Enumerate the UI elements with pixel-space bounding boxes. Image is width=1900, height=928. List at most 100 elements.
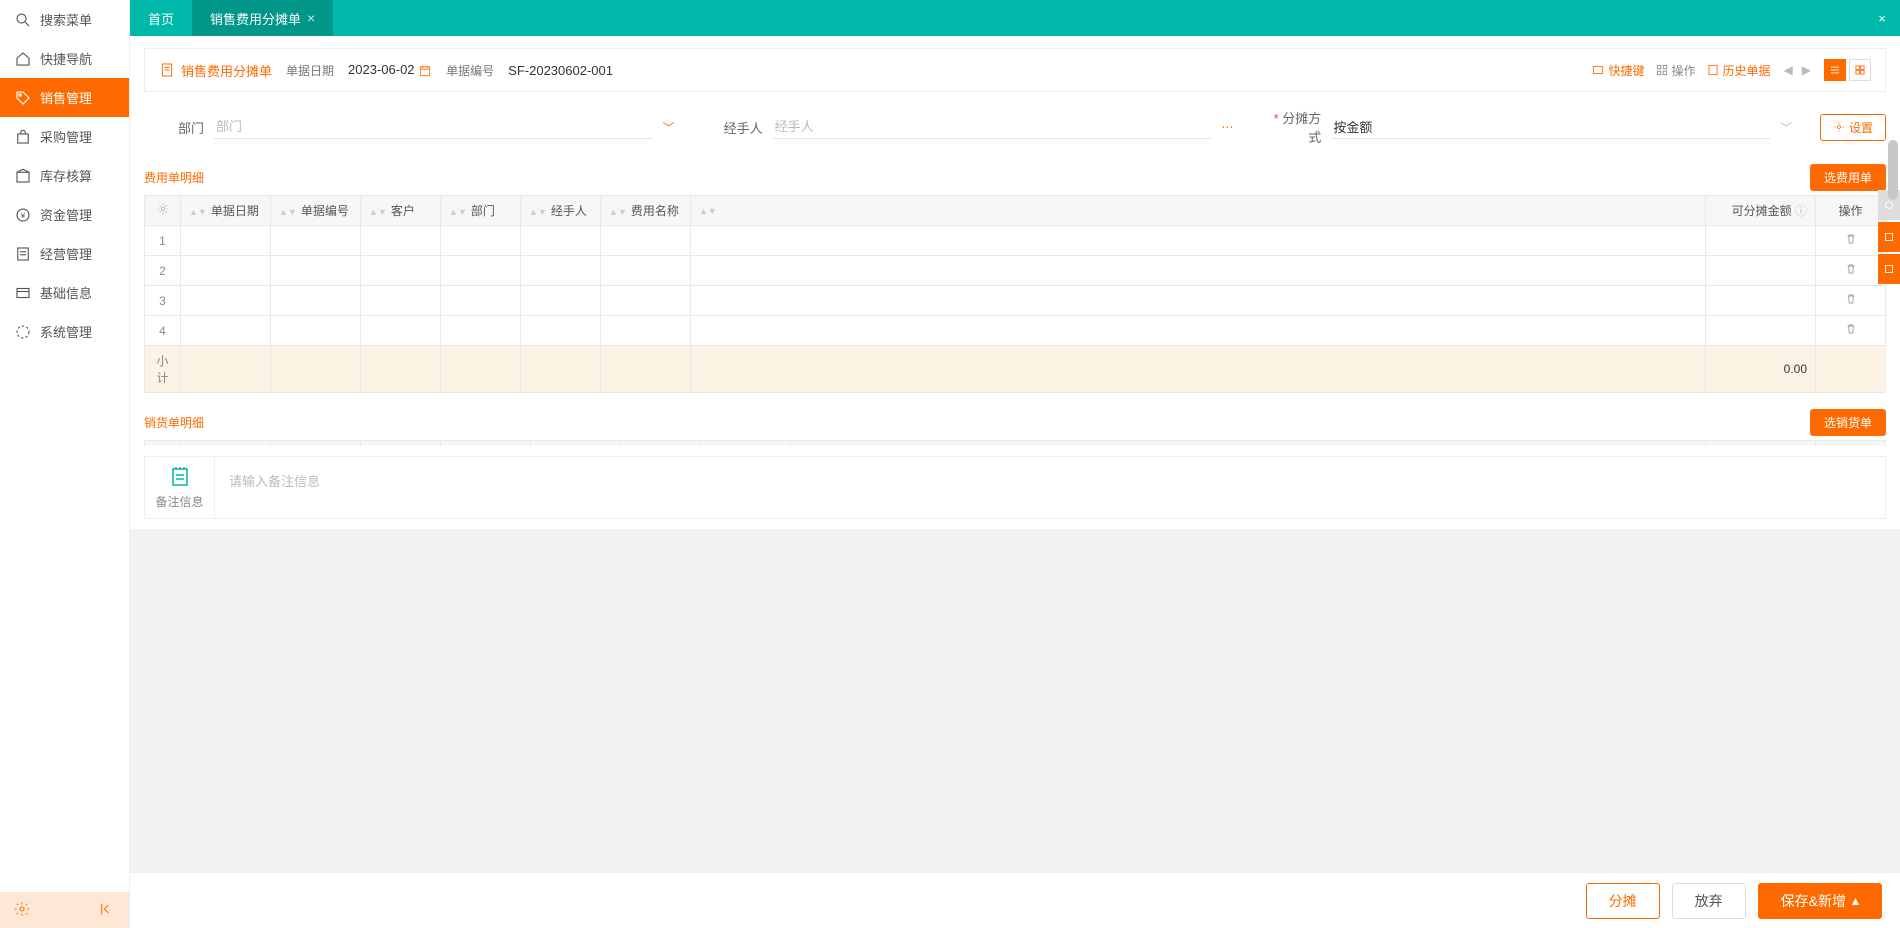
close-all-tabs[interactable]: × (1864, 0, 1900, 36)
coin-icon: ¥ (14, 206, 32, 224)
sidebar-item-sales[interactable]: 销售管理 (0, 78, 129, 117)
settings-button[interactable]: 设置 (1820, 114, 1886, 141)
col-no[interactable]: ▲▼单据编号 (271, 441, 361, 446)
gear-col[interactable] (145, 441, 181, 446)
box-icon (14, 167, 32, 185)
calendar-icon (418, 64, 432, 78)
sidebar-item-inventory[interactable]: 库存核算 (0, 156, 129, 195)
table-row[interactable]: 1 (145, 226, 1886, 256)
method-label: 分摊方式 (1261, 108, 1321, 146)
col-op: 操作 (1816, 441, 1886, 446)
gear-col[interactable] (145, 196, 181, 226)
col-customer[interactable]: ▲▼客户 (361, 196, 441, 226)
next-icon[interactable]: ▶ (1799, 63, 1814, 77)
field-dept: 部门 ﹀ (144, 115, 675, 139)
discard-button[interactable]: 放弃 (1672, 883, 1746, 919)
collapse-icon[interactable] (99, 901, 115, 920)
shortcut-link[interactable]: 快捷键 (1591, 62, 1644, 79)
col-product[interactable]: ▲▼商品 (361, 441, 441, 446)
tab-home[interactable]: 首页 (130, 0, 192, 36)
nav-arrows: ◀ ▶ (1781, 63, 1814, 77)
field-handler: 经手人 ⋯ (703, 115, 1234, 139)
dept-input[interactable] (214, 115, 653, 139)
settings-icon[interactable] (14, 901, 30, 920)
sidebar-item-label: 销售管理 (40, 88, 92, 107)
table-row[interactable]: 4 (145, 316, 1886, 346)
handler-input[interactable] (773, 115, 1212, 139)
more-icon[interactable]: ⋯ (1221, 120, 1233, 134)
fee-section-title: 费用单明细 (144, 169, 204, 186)
view-grid-icon[interactable] (1849, 59, 1871, 81)
col-amt-notax[interactable]: ▲▼无税金额 (701, 441, 791, 446)
select-fee-bill-button[interactable]: 选费用单 (1810, 164, 1886, 191)
col-date[interactable]: ▲▼单据日期 (181, 196, 271, 226)
sidebar-item-basedata[interactable]: 基础信息 (0, 273, 129, 312)
sidebar-item-label: 快捷导航 (40, 49, 92, 68)
sidebar-item-business[interactable]: 经营管理 (0, 234, 129, 273)
tab-label: 销售费用分摊单 (210, 9, 301, 28)
footer-bar: 分摊 放弃 保存&新增 ▴ (130, 872, 1900, 928)
trash-icon[interactable] (1844, 232, 1858, 246)
sidebar-item-search[interactable]: 搜索菜单 (0, 0, 129, 39)
col-dept[interactable]: ▲▼部门 (441, 196, 521, 226)
allocate-button[interactable]: 分摊 (1586, 883, 1660, 919)
remark-input[interactable] (215, 457, 1885, 518)
side-tab-2[interactable] (1878, 222, 1900, 252)
col-blank: ▲▼ (791, 441, 1706, 446)
close-icon[interactable]: × (307, 10, 315, 26)
sidebar-item-label: 系统管理 (40, 322, 92, 341)
col-blank: ▲▼ (691, 196, 1706, 226)
docno-label: 单据编号 (446, 62, 494, 79)
main: 首页 销售费用分摊单 × × 销售费用分摊单 单据日期 2023-06-02 单… (130, 0, 1900, 928)
table-row[interactable]: 2 (145, 256, 1886, 286)
col-fee-alloc[interactable]: 费用分摊金额 (1706, 441, 1816, 446)
view-toggle (1824, 59, 1871, 81)
gear-dashed-icon (14, 323, 32, 341)
subtotal-row: 小计0.00 (145, 346, 1886, 393)
save-new-button[interactable]: 保存&新增 ▴ (1758, 883, 1882, 919)
operate-link[interactable]: 操作 (1655, 62, 1696, 79)
col-spec[interactable]: ▲▼规格型号 (441, 441, 531, 446)
fee-table: ▲▼单据日期 ▲▼单据编号 ▲▼客户 ▲▼部门 ▲▼经手人 ▲▼费用名称 ▲▼ … (144, 195, 1886, 393)
method-input[interactable] (1331, 115, 1770, 139)
home-icon (14, 50, 32, 68)
doc-title: 销售费用分摊单 (159, 61, 272, 80)
scrollbar[interactable] (1888, 140, 1898, 200)
view-list-icon[interactable] (1824, 59, 1846, 81)
card-icon (14, 284, 32, 302)
date-value[interactable]: 2023-06-02 (348, 62, 432, 78)
sidebar-item-label: 经营管理 (40, 244, 92, 263)
sidebar-item-purchase[interactable]: 采购管理 (0, 117, 129, 156)
search-icon (14, 11, 32, 29)
docno-value: SF-20230602-001 (508, 63, 613, 78)
col-handler[interactable]: ▲▼经手人 (521, 196, 601, 226)
side-tab-3[interactable] (1878, 254, 1900, 284)
sidebar-item-system[interactable]: 系统管理 (0, 312, 129, 351)
field-method: 分摊方式 ﹀ (1261, 108, 1792, 146)
prev-icon[interactable]: ◀ (1781, 63, 1796, 77)
sidebar-item-label: 资金管理 (40, 205, 92, 224)
col-alloc-amt[interactable]: 可分摊金额 ⓘ (1706, 196, 1816, 226)
trash-icon[interactable] (1844, 262, 1858, 276)
col-op: 操作 (1816, 196, 1886, 226)
sidebar-item-funds[interactable]: ¥ 资金管理 (0, 195, 129, 234)
chevron-down-icon[interactable]: ﹀ (663, 119, 675, 136)
history-link[interactable]: 历史单据 (1706, 62, 1771, 79)
sidebar-item-label: 搜索菜单 (40, 10, 92, 29)
table-row[interactable]: 3 (145, 286, 1886, 316)
svg-text:¥: ¥ (21, 211, 26, 220)
trash-icon[interactable] (1844, 292, 1858, 306)
note-icon (168, 465, 192, 489)
col-date[interactable]: ▲▼单据日期 (181, 441, 271, 446)
remark-box: 备注信息 (144, 456, 1886, 519)
chevron-down-icon[interactable]: ﹀ (1780, 119, 1792, 136)
select-sales-bill-button[interactable]: 选销货单 (1810, 409, 1886, 436)
sidebar-footer (0, 892, 129, 928)
col-fee-name[interactable]: ▲▼费用名称 (601, 196, 691, 226)
col-no[interactable]: ▲▼单据编号 (271, 196, 361, 226)
sidebar-item-quicknav[interactable]: 快捷导航 (0, 39, 129, 78)
col-qty[interactable]: ▲▼数量 (621, 441, 701, 446)
col-unit[interactable]: ▲▼销售单位 (531, 441, 621, 446)
tab-sales-fee-alloc[interactable]: 销售费用分摊单 × (192, 0, 333, 36)
trash-icon[interactable] (1844, 322, 1858, 336)
